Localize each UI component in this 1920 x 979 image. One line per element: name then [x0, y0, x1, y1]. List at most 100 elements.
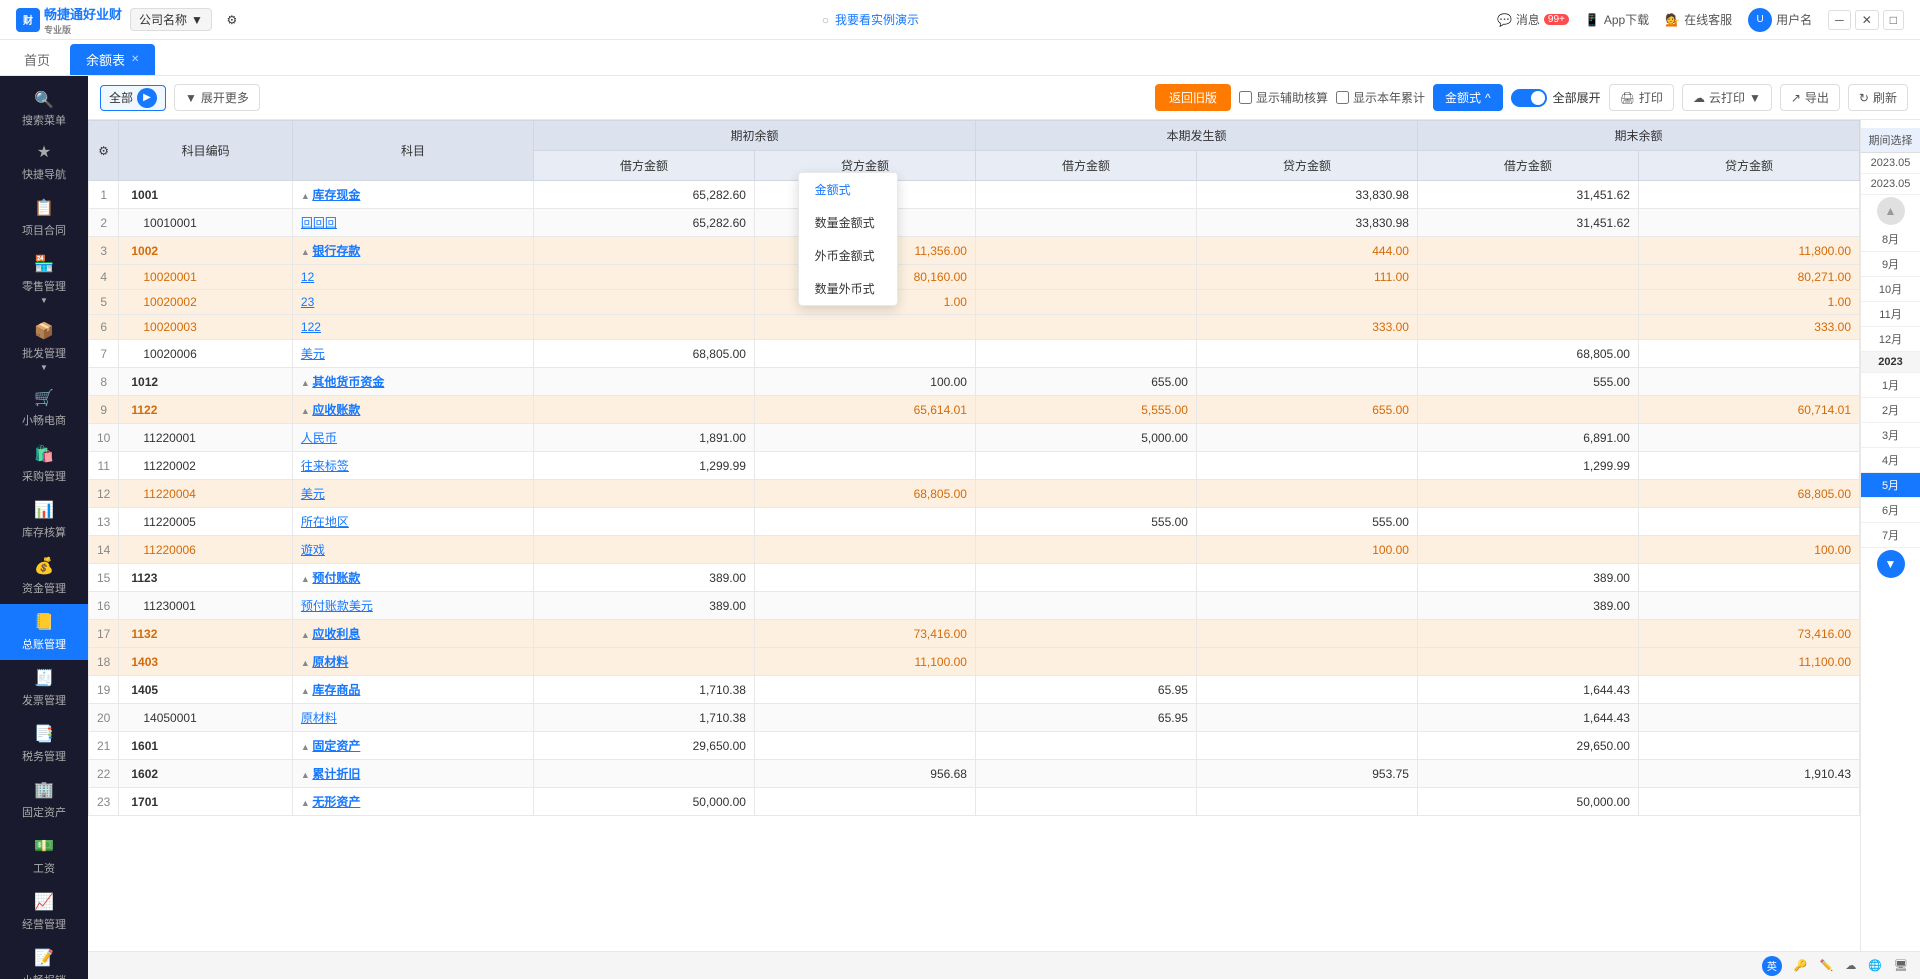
- period-item-2023-05-2[interactable]: 2023.05: [1861, 174, 1920, 195]
- company-selector[interactable]: 公司名称 ▼: [130, 8, 212, 31]
- sidebar-item-quick-nav[interactable]: ★ 快捷导航: [0, 134, 88, 190]
- table-row: 31002▲ 银行存款11,356.00444.0011,800.00: [89, 237, 1860, 265]
- refresh-button[interactable]: ↻ 刷新: [1848, 84, 1908, 111]
- refresh-icon: ↻: [1859, 91, 1869, 105]
- content-wrapper: ⚙ 科目编码 科目 期初余额 本期发生额 期末余额 借方金额 贷方金额 借方金额…: [88, 120, 1920, 951]
- period-item-1[interactable]: 1月: [1861, 373, 1920, 398]
- user-avatar[interactable]: U 用户名: [1748, 8, 1812, 32]
- status-keyboard-icon[interactable]: 🔑: [1794, 959, 1808, 972]
- period-item-10[interactable]: 10月: [1861, 277, 1920, 302]
- col-header-closing: 期末余额: [1417, 121, 1859, 151]
- amount-style-button[interactable]: 金额式 ^: [1433, 84, 1503, 111]
- period-item-2023-05-1[interactable]: 2023.05: [1861, 153, 1920, 174]
- table-row: 1611230001预付账款美元389.00389.00: [89, 592, 1860, 620]
- period-item-9[interactable]: 9月: [1861, 252, 1920, 277]
- export-button[interactable]: ↗ 导出: [1780, 84, 1840, 111]
- header-left: 财 畅捷通好业财 专业版 公司名称 ▼ ⚙: [16, 4, 244, 36]
- period-item-5[interactable]: 5月: [1861, 473, 1920, 498]
- sidebar-item-project[interactable]: 📋 项目合同: [0, 190, 88, 246]
- table-row: 1011220001人民币1,891.005,000.006,891.00: [89, 424, 1860, 452]
- window-minimize[interactable]: ─: [1828, 10, 1851, 30]
- dropdown-item-foreign-amount[interactable]: 外币金额式: [799, 239, 897, 272]
- messages-button[interactable]: 💬 消息 99+: [1497, 11, 1569, 28]
- col-header-opening: 期初余额: [534, 121, 976, 151]
- show-auxiliary-checkbox[interactable]: 显示辅助核算: [1239, 89, 1328, 106]
- logo-icon: 财: [16, 8, 40, 32]
- print-button[interactable]: 🖨 打印: [1609, 84, 1674, 111]
- period-item-7[interactable]: 7月: [1861, 523, 1920, 548]
- sidebar-item-operations[interactable]: 📈 经营管理: [0, 884, 88, 940]
- status-cloud-icon[interactable]: ☁: [1845, 959, 1856, 972]
- return-old-version-button[interactable]: 返回旧版: [1155, 84, 1231, 111]
- period-item-2[interactable]: 2月: [1861, 398, 1920, 423]
- table-row: 4100200011280,160.00111.0080,271.00: [89, 265, 1860, 290]
- table-row: 1111220002往来标签1,299.991,299.99: [89, 452, 1860, 480]
- sidebar-item-purchase[interactable]: 🛍️ 采购管理: [0, 436, 88, 492]
- dropdown-item-qty-amount[interactable]: 数量金额式: [799, 206, 897, 239]
- main-layout: 🔍 搜索菜单 ★ 快捷导航 📋 项目合同 🏪 零售管理 ▼ 📦 批发管理 ▼ 🛒…: [0, 76, 1920, 979]
- period-item-3[interactable]: 3月: [1861, 423, 1920, 448]
- period-item-6[interactable]: 6月: [1861, 498, 1920, 523]
- tab-close-icon[interactable]: ✕: [131, 54, 139, 65]
- period-label: 期间选择: [1861, 128, 1920, 153]
- sidebar-item-invoice[interactable]: 🧾 发票管理: [0, 660, 88, 716]
- table-row: 210010001回回回65,282.6033,830.9831,451.62: [89, 209, 1860, 237]
- period-nav-up[interactable]: ▲: [1877, 197, 1905, 225]
- status-network-icon[interactable]: 🌐: [1868, 959, 1882, 972]
- table-row: 1311220005所在地区555.00555.00: [89, 508, 1860, 536]
- table-container[interactable]: ⚙ 科目编码 科目 期初余额 本期发生额 期末余额 借方金额 贷方金额 借方金额…: [88, 120, 1860, 951]
- sidebar-item-inventory[interactable]: 📊 库存核算: [0, 492, 88, 548]
- tab-bar: 首页 余额表 ✕: [0, 40, 1920, 76]
- table-row: 710020006美元68,805.0068,805.00: [89, 340, 1860, 368]
- table-row: 1411220006遊戏100.00100.00: [89, 536, 1860, 564]
- show-ytd-checkbox[interactable]: 显示本年累计: [1336, 89, 1425, 106]
- table-row: 11001▲ 库存现金65,282.6033,830.9831,451.62: [89, 181, 1860, 209]
- table-row: 221602▲ 累计折旧956.68953.751,910.43: [89, 760, 1860, 788]
- toggle-switch-control[interactable]: [1511, 89, 1547, 107]
- online-service-button[interactable]: 💁 在线客服: [1665, 11, 1732, 28]
- period-item-8[interactable]: 8月: [1861, 227, 1920, 252]
- sidebar-item-assets[interactable]: 🏢 固定资产: [0, 772, 88, 828]
- expand-all-toggle[interactable]: 全部展开: [1511, 89, 1601, 107]
- window-close[interactable]: ✕: [1855, 10, 1879, 30]
- toolbar: 全部 ▶ ▼ 展开更多 返回旧版 显示辅助核算 显示本年累计 金额式 ^: [88, 76, 1920, 120]
- col-header-cp-credit: 贷方金额: [1196, 151, 1417, 181]
- filter-label: 全部: [109, 89, 133, 106]
- window-maximize[interactable]: □: [1883, 10, 1904, 30]
- period-item-12[interactable]: 12月: [1861, 327, 1920, 352]
- sidebar-item-reports[interactable]: 📝 小畅报销: [0, 940, 88, 979]
- cloud-print-button[interactable]: ☁ 云打印 ▼: [1682, 84, 1772, 111]
- dropdown-item-amount[interactable]: 金额式: [799, 173, 897, 206]
- sidebar-item-ecommerce[interactable]: 🛒 小畅电商: [0, 380, 88, 436]
- tab-home[interactable]: 首页: [8, 44, 66, 75]
- sidebar-item-finance[interactable]: 💰 资金管理: [0, 548, 88, 604]
- table-row: 231701▲ 无形资产50,000.0050,000.00: [89, 788, 1860, 816]
- sidebar-item-wholesale[interactable]: 📦 批发管理 ▼: [0, 313, 88, 380]
- settings-icon[interactable]: ⚙: [220, 8, 244, 32]
- balance-table: ⚙ 科目编码 科目 期初余额 本期发生额 期末余额 借方金额 贷方金额 借方金额…: [88, 120, 1860, 816]
- sidebar-item-search[interactable]: 🔍 搜索菜单: [0, 84, 88, 134]
- col-header-cp-debit: 借方金额: [975, 151, 1196, 181]
- table-row: 211601▲ 固定资产29,650.0029,650.00: [89, 732, 1860, 760]
- tab-balance[interactable]: 余额表 ✕: [70, 44, 155, 75]
- sidebar-item-hr[interactable]: 💵 工资: [0, 828, 88, 884]
- filter-arrow-icon[interactable]: ▶: [137, 88, 157, 108]
- table-settings-col[interactable]: ⚙: [89, 121, 119, 181]
- status-bar: 英 🔑 ✏️ ☁ 🌐 🖥: [88, 951, 1920, 979]
- sidebar-item-accounting[interactable]: 📒 总账管理: [0, 604, 88, 660]
- header-center: ○ 我要看实例演示: [822, 11, 919, 28]
- status-edit-icon[interactable]: ✏️: [1820, 959, 1834, 972]
- status-monitor-icon[interactable]: 🖥: [1894, 959, 1908, 972]
- table-row: 81012▲ 其他货币资金100.00655.00555.00: [89, 368, 1860, 396]
- app-download-button[interactable]: 📱 App下载: [1585, 11, 1649, 28]
- expand-more-button[interactable]: ▼ 展开更多: [174, 84, 260, 111]
- period-item-year-2023[interactable]: 2023: [1861, 352, 1920, 373]
- period-item-11[interactable]: 11月: [1861, 302, 1920, 327]
- status-lang-icon[interactable]: 英: [1762, 956, 1782, 976]
- right-panel: 期间选择 2023.05 2023.05 ▲ 8月 9月 10月 11月 12月…: [1860, 120, 1920, 951]
- dropdown-item-qty-foreign[interactable]: 数量外币式: [799, 272, 897, 305]
- period-nav-down[interactable]: ▼: [1877, 550, 1905, 578]
- sidebar-item-retail[interactable]: 🏪 零售管理 ▼: [0, 246, 88, 313]
- period-item-4[interactable]: 4月: [1861, 448, 1920, 473]
- sidebar-item-tax[interactable]: 📑 税务管理: [0, 716, 88, 772]
